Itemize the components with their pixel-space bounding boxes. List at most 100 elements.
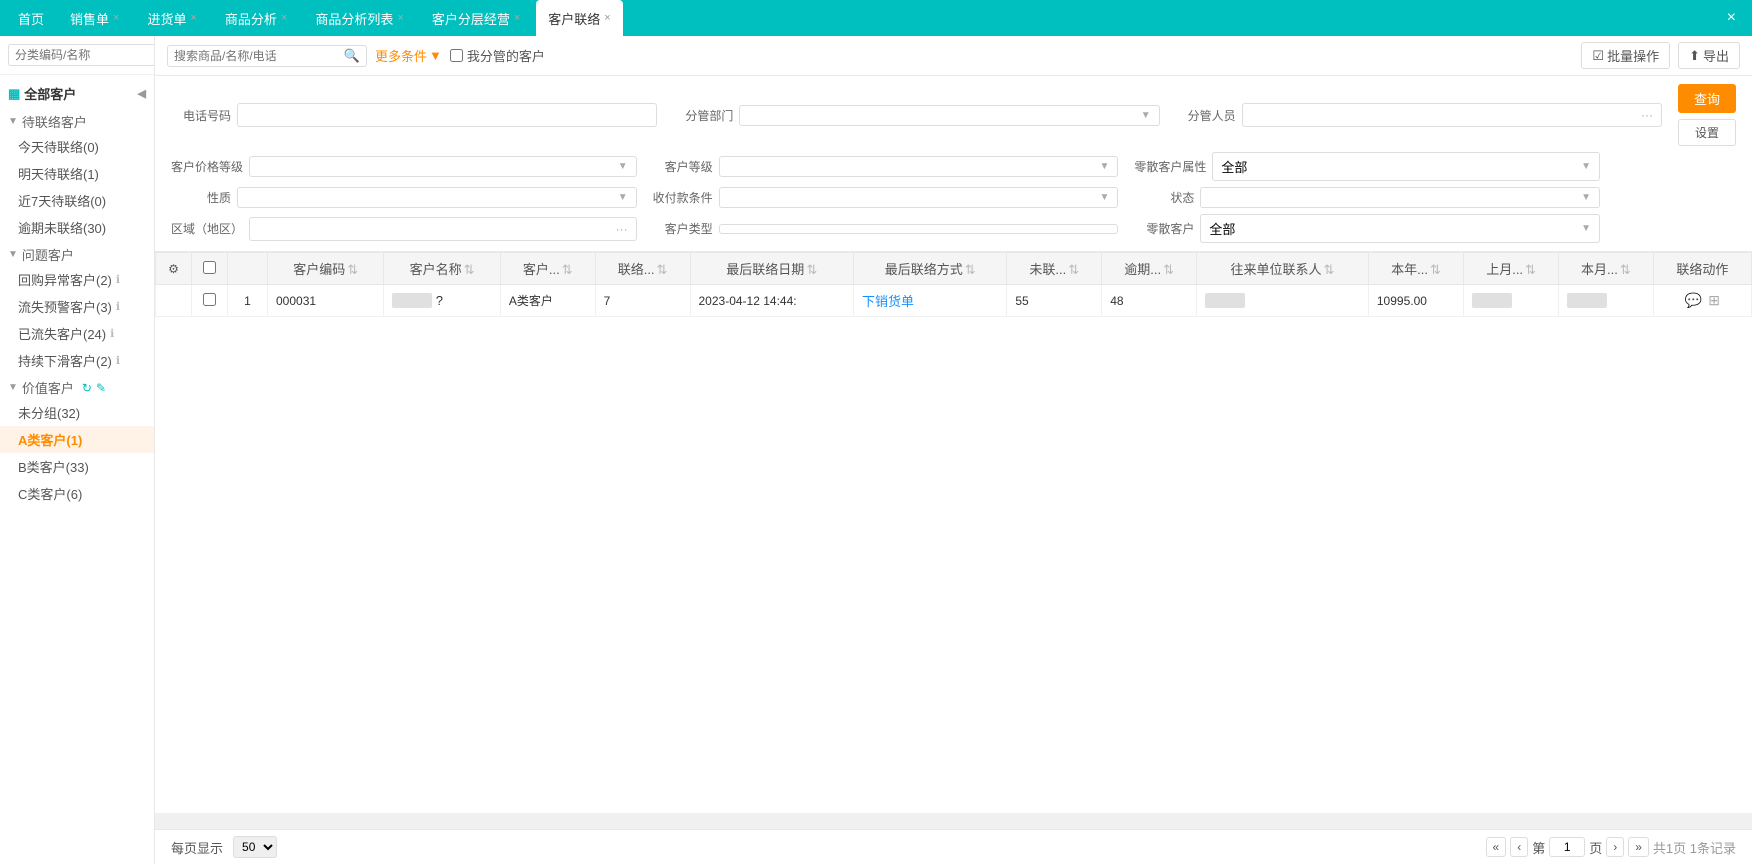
col-name-header[interactable]: 客户名称⇅ bbox=[384, 253, 500, 285]
my-customers-checkbox[interactable] bbox=[450, 49, 463, 62]
region-field[interactable]: ··· bbox=[249, 217, 637, 241]
col-contact-header[interactable]: 联络...⇅ bbox=[595, 253, 690, 285]
select-all-checkbox[interactable] bbox=[203, 261, 216, 274]
price-level-dropdown[interactable]: ▼ bbox=[249, 156, 637, 177]
query-button[interactable]: 查询 bbox=[1678, 84, 1736, 113]
sidebar-item-churn-warning[interactable]: 流失预警客户(3) ℹ bbox=[0, 293, 154, 320]
customer-type-field[interactable] bbox=[719, 224, 1119, 234]
row-check[interactable] bbox=[192, 285, 228, 317]
col-settings-header[interactable]: ⚙ bbox=[156, 253, 192, 285]
phone-input[interactable] bbox=[237, 103, 657, 127]
col-type-sort: ⇅ bbox=[562, 262, 573, 277]
col-nocontact-header[interactable]: 未联...⇅ bbox=[1007, 253, 1102, 285]
sidebar-item-overdue[interactable]: 逾期未联络(30) bbox=[0, 214, 154, 241]
row-last-method: 下销货单 bbox=[854, 285, 1007, 317]
my-customers-filter[interactable]: 我分管的客户 bbox=[450, 46, 545, 65]
col-type-header[interactable]: 客户...⇅ bbox=[500, 253, 595, 285]
page-unit: 页 bbox=[1589, 838, 1602, 857]
filter-actions: ☑ 批量操作 ⬆ 导出 bbox=[1581, 42, 1740, 69]
close-contact-tab[interactable]: × bbox=[604, 12, 610, 24]
dept-dropdown[interactable]: ▼ bbox=[739, 105, 1159, 126]
status-dropdown[interactable]: ▼ bbox=[1200, 187, 1600, 208]
action-qr-icon[interactable]: ⊞ bbox=[1708, 292, 1720, 309]
batch-op-button[interactable]: ☑ 批量操作 bbox=[1581, 42, 1670, 69]
dept-label: 分管部门 bbox=[673, 107, 733, 124]
retail-attr-dropdown[interactable]: 全部 ▼ bbox=[1212, 152, 1600, 181]
row-checkbox[interactable] bbox=[203, 293, 216, 306]
payment-dropdown[interactable]: ▼ bbox=[719, 187, 1119, 208]
retail-customer-dropdown[interactable]: 全部 ▼ bbox=[1200, 214, 1600, 243]
last-page-btn[interactable]: » bbox=[1628, 837, 1649, 857]
table-row: 1 000031 Ea ? A类客户 7 2023-04-12 14:44: 下… bbox=[156, 285, 1752, 317]
col-lastmonth-header[interactable]: 上月...⇅ bbox=[1464, 253, 1559, 285]
sidebar-item-lost[interactable]: 已流失客户(24) ℹ bbox=[0, 320, 154, 347]
horizontal-scrollbar[interactable] bbox=[155, 813, 1752, 829]
col-check-header[interactable] bbox=[192, 253, 228, 285]
row-this-year: 10995.00 bbox=[1368, 285, 1463, 317]
person-more-dots: ··· bbox=[1641, 108, 1653, 122]
sidebar-collapse-icon[interactable]: ◀ bbox=[138, 87, 146, 100]
filter-dropdown-icon: ▼ bbox=[429, 48, 442, 63]
nature-dropdown[interactable]: ▼ bbox=[237, 187, 637, 208]
col-thisyear-header[interactable]: 本年...⇅ bbox=[1368, 253, 1463, 285]
sidebar-item-7days[interactable]: 近7天待联络(0) bbox=[0, 187, 154, 214]
value-arrow: ▼ bbox=[8, 382, 18, 393]
close-sales-tab[interactable]: × bbox=[113, 12, 119, 24]
close-segment-tab[interactable]: × bbox=[514, 12, 520, 24]
col-overdue-header[interactable]: 逾期...⇅ bbox=[1102, 253, 1197, 285]
nav-tab-customer-segment[interactable]: 客户分层经营 × bbox=[420, 0, 532, 36]
col-lastmethod-header[interactable]: 最后联络方式⇅ bbox=[854, 253, 1007, 285]
col-lastdate-header[interactable]: 最后联络日期⇅ bbox=[690, 253, 854, 285]
col-thismonth-header[interactable]: 本月...⇅ bbox=[1559, 253, 1654, 285]
filter-more-conditions[interactable]: 更多条件 ▼ bbox=[375, 46, 442, 65]
value-refresh-btn[interactable]: ↻ bbox=[82, 381, 92, 395]
nav-tab-analysis[interactable]: 商品分析 × bbox=[213, 0, 299, 36]
sidebar-item-declining[interactable]: 持续下滑客户(2) ℹ bbox=[0, 347, 154, 374]
nav-tab-customer-contact[interactable]: 客户联络 × bbox=[536, 0, 622, 36]
sidebar-item-a-class[interactable]: A类客户(1) bbox=[0, 426, 154, 453]
value-edit-btn[interactable]: ✎ bbox=[96, 381, 106, 395]
sidebar-item-repurchase-abnormal[interactable]: 回购异常客户(2) ℹ bbox=[0, 266, 154, 293]
close-all-tabs[interactable]: × bbox=[1719, 9, 1744, 27]
nav-tab-purchase[interactable]: 进货单 × bbox=[135, 0, 208, 36]
page-size-select[interactable]: 50 bbox=[233, 836, 277, 858]
page-size-label: 每页显示 bbox=[171, 838, 223, 857]
sidebar-search-input[interactable] bbox=[8, 44, 155, 66]
page-info: « ‹ 第 页 › » 共1页 1条记录 bbox=[1486, 837, 1736, 857]
person-field[interactable]: ··· bbox=[1242, 103, 1662, 127]
total-records: 共1页 1条记录 bbox=[1653, 838, 1736, 857]
row-prev-unit-redacted: RE . bbox=[1205, 293, 1245, 308]
first-page-btn[interactable]: « bbox=[1486, 837, 1507, 857]
export-button[interactable]: ⬆ 导出 bbox=[1678, 42, 1740, 69]
sidebar-item-tomorrow[interactable]: 明天待联络(1) bbox=[0, 160, 154, 187]
value-group-actions: ↻ ✎ bbox=[82, 381, 106, 395]
last-method-link[interactable]: 下销货单 bbox=[862, 294, 914, 309]
filter-search-icon[interactable]: 🔍 bbox=[344, 48, 360, 64]
nav-tab-analysis-list[interactable]: 商品分析列表 × bbox=[303, 0, 415, 36]
sidebar-all-customers[interactable]: ▦ 全部客户 ◀ bbox=[0, 79, 154, 108]
customer-level-dropdown[interactable]: ▼ bbox=[719, 156, 1119, 177]
col-lastmethod-sort: ⇅ bbox=[965, 262, 976, 277]
price-level-label: 客户价格等级 bbox=[171, 158, 243, 175]
close-analysis-list-tab[interactable]: × bbox=[397, 12, 403, 24]
nav-tab-sales[interactable]: 销售单 × bbox=[58, 0, 131, 36]
page-num-input[interactable] bbox=[1549, 837, 1585, 857]
filter-field-retail-customer: 零散客户 全部 ▼ bbox=[1134, 214, 1600, 243]
prev-page-btn[interactable]: ‹ bbox=[1510, 837, 1528, 857]
sidebar-item-unclassified[interactable]: 未分组(32) bbox=[0, 399, 154, 426]
next-page-btn[interactable]: › bbox=[1606, 837, 1624, 857]
sidebar-item-b-class[interactable]: B类客户(33) bbox=[0, 453, 154, 480]
settings-button[interactable]: 设置 bbox=[1678, 119, 1736, 146]
col-prevunit-header[interactable]: 往来单位联系人⇅ bbox=[1197, 253, 1369, 285]
col-code-header[interactable]: 客户编码⇅ bbox=[268, 253, 384, 285]
filter-search-input[interactable] bbox=[174, 49, 344, 63]
close-purchase-tab[interactable]: × bbox=[190, 12, 196, 24]
action-chat-icon[interactable]: 💬 bbox=[1685, 292, 1702, 309]
row-name: Ea ? bbox=[384, 285, 500, 317]
close-analysis-tab[interactable]: × bbox=[281, 12, 287, 24]
sidebar-item-c-class[interactable]: C类客户(6) bbox=[0, 480, 154, 507]
top-nav: 首页 销售单 × 进货单 × 商品分析 × 商品分析列表 × 客户分层经营 × … bbox=[0, 0, 1752, 36]
sidebar-item-today[interactable]: 今天待联络(0) bbox=[0, 133, 154, 160]
nav-home[interactable]: 首页 bbox=[8, 9, 54, 28]
content-area: 🔍 更多条件 ▼ 我分管的客户 ☑ 批量操作 ⬆ 导出 bbox=[155, 36, 1752, 864]
